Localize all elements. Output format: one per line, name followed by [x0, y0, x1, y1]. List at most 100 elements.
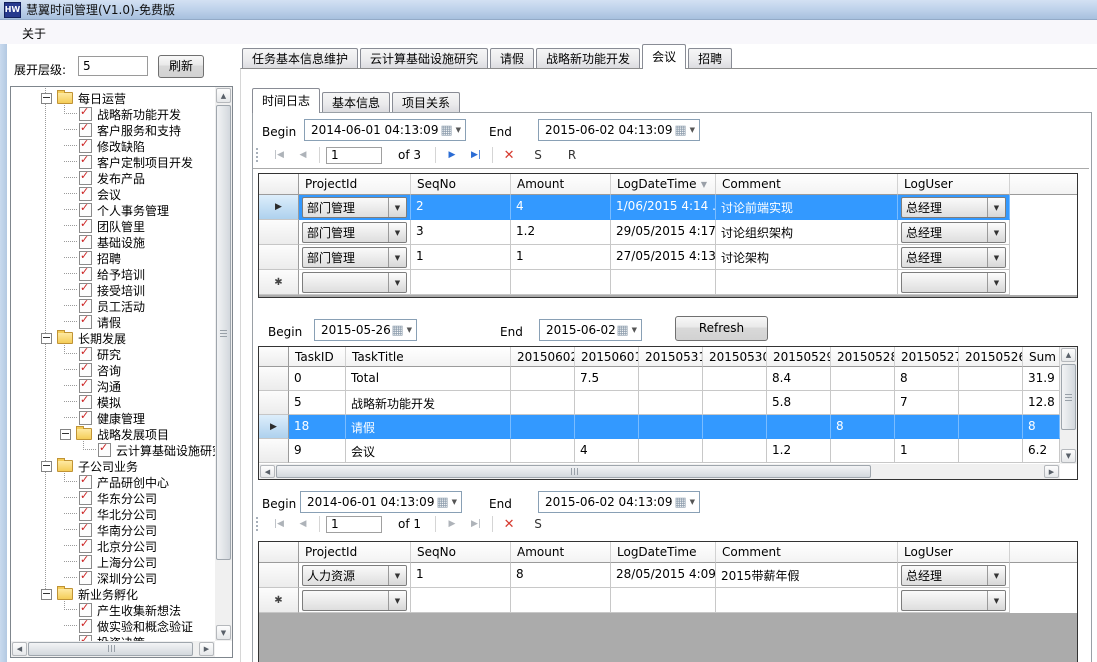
refresh-tree-button[interactable]: 刷新 [158, 55, 204, 78]
grid-cell[interactable]: 请假 [346, 415, 511, 439]
main-tab-4[interactable]: 会议 [642, 44, 686, 69]
tree-item[interactable]: 华南分公司 [11, 522, 215, 538]
grid-cell[interactable]: 2015带薪年假 [716, 563, 898, 588]
grid-cell[interactable]: 7 [895, 391, 959, 415]
chevron-down-icon[interactable]: ▼ [690, 126, 695, 134]
tree-item[interactable]: 战略新功能开发 [11, 106, 215, 122]
tree-item[interactable]: 客户定制项目开发 [11, 154, 215, 170]
move-previous-button[interactable]: ◀ [291, 146, 315, 164]
grid-cell[interactable]: 部门管理▼ [299, 245, 411, 270]
collapse-icon[interactable] [41, 461, 52, 472]
tree-view[interactable]: 每日运营战略新功能开发客户服务和支持修改缺陷客户定制项目开发发布产品会议个人事务… [10, 86, 233, 658]
tree-item[interactable]: 华北分公司 [11, 506, 215, 522]
tree-item[interactable]: 上海分公司 [11, 554, 215, 570]
grid-cell[interactable] [959, 415, 1023, 439]
grid-cell[interactable]: 总经理▼ [898, 563, 1010, 588]
grid-row[interactable]: 0Total7.58.4831.9 [259, 367, 1077, 391]
task-summary-grid[interactable]: TaskIDTaskTitle2015060220150601201505312… [258, 346, 1078, 480]
end-datetime-picker[interactable]: 2015-06-02 04:13:09 ▦ ▼ [538, 491, 700, 513]
column-header-20150531[interactable]: 20150531 [639, 347, 703, 367]
main-tab-0[interactable]: 任务基本信息维护 [242, 48, 358, 68]
tree-item[interactable]: 研究 [11, 346, 215, 362]
time-log-grid-bottom[interactable]: ProjectIdSeqNoAmountLogDateTimeCommentLo… [258, 541, 1078, 662]
column-header-20150601[interactable]: 20150601 [575, 347, 639, 367]
begin-datetime-picker[interactable]: 2014-06-01 04:13:09 ▦ ▼ [300, 491, 462, 513]
grid-cell[interactable]: 18 [289, 415, 346, 439]
end-date-picker[interactable]: 2015-06-02 ▦ ▼ [539, 319, 642, 341]
grid-cell[interactable] [575, 391, 639, 415]
position-input[interactable] [326, 516, 382, 533]
collapse-icon[interactable] [41, 333, 52, 344]
tree-item[interactable]: 会议 [11, 186, 215, 202]
cell-dropdown[interactable]: 总经理▼ [901, 222, 1006, 243]
tree-item[interactable]: 投资决策 [11, 634, 215, 641]
nav-button-s[interactable]: S [521, 515, 555, 533]
grid-cell[interactable] [959, 439, 1023, 463]
scrollbar-thumb[interactable] [276, 465, 871, 478]
grid-cell[interactable]: 5 [289, 391, 346, 415]
dropdown-arrow-icon[interactable]: ▼ [388, 273, 406, 292]
grid-cell[interactable]: 讨论前端实现 [716, 195, 898, 220]
grid-cell[interactable] [511, 588, 611, 613]
end-datetime-picker[interactable]: 2015-06-02 04:13:09 ▦ ▼ [538, 119, 700, 141]
grid-cell[interactable]: 7.5 [575, 367, 639, 391]
grid-cell[interactable]: 1 [511, 245, 611, 270]
scroll-left-icon[interactable]: ◀ [12, 642, 27, 656]
grid-cell[interactable] [831, 367, 895, 391]
chevron-down-icon[interactable]: ▼ [407, 326, 412, 334]
grid-cell[interactable]: 1 [895, 439, 959, 463]
scroll-right-icon[interactable]: ▶ [199, 642, 214, 656]
grid-row[interactable]: ▶部门管理▼241/06/2015 4:14 ...讨论前端实现总经理▼ [259, 195, 1077, 220]
column-header-loguser[interactable]: LogUser [898, 542, 1010, 563]
scroll-down-icon[interactable]: ▼ [1061, 449, 1076, 463]
collapse-icon[interactable] [60, 429, 71, 440]
grid-cell[interactable]: 1.2 [767, 439, 831, 463]
grid-cell[interactable]: 战略新功能开发 [346, 391, 511, 415]
grid-cell[interactable]: ▼ [898, 588, 1010, 613]
begin-datetime-picker[interactable]: 2014-06-01 04:13:09 ▦ ▼ [304, 119, 466, 141]
grid-corner[interactable] [259, 542, 299, 563]
scrollbar-thumb[interactable] [1061, 364, 1076, 430]
cell-dropdown[interactable]: ▼ [302, 272, 407, 293]
tree-item[interactable]: 客户服务和支持 [11, 122, 215, 138]
grid-cell[interactable]: 28/05/2015 4:09... [611, 563, 716, 588]
scroll-left-icon[interactable]: ◀ [260, 465, 275, 478]
chevron-down-icon[interactable]: ▼ [456, 126, 461, 134]
column-header-amount[interactable]: Amount [511, 174, 611, 195]
tree-item[interactable]: 子公司业务 [11, 458, 215, 474]
grid-new-row[interactable]: ✱▼▼ [259, 270, 1077, 295]
grid-corner[interactable] [259, 174, 299, 195]
grid-cell[interactable]: ▼ [299, 270, 411, 295]
grid-cell[interactable] [703, 391, 767, 415]
column-header-20150602[interactable]: 20150602 [511, 347, 575, 367]
title-bar[interactable]: HW 慧翼时间管理(V1.0)-免费版 [0, 0, 1097, 20]
chevron-down-icon[interactable]: ▼ [452, 498, 457, 506]
move-next-button[interactable]: ▶ [440, 515, 464, 533]
scroll-down-icon[interactable]: ▼ [216, 625, 231, 640]
tree-item[interactable]: 基础设施 [11, 234, 215, 250]
tree-item[interactable]: 招聘 [11, 250, 215, 266]
move-previous-button[interactable]: ◀ [291, 515, 315, 533]
dropdown-arrow-icon[interactable]: ▼ [388, 248, 406, 267]
grid-cell[interactable] [959, 367, 1023, 391]
column-header-comment[interactable]: Comment [716, 174, 898, 195]
grid-cell[interactable]: 总经理▼ [898, 245, 1010, 270]
move-last-button[interactable]: ▶| [464, 146, 488, 164]
dropdown-arrow-icon[interactable]: ▼ [388, 223, 406, 242]
column-header-projectid[interactable]: ProjectId [299, 542, 411, 563]
dropdown-arrow-icon[interactable]: ▼ [987, 566, 1005, 585]
grid-cell[interactable]: 8.4 [767, 367, 831, 391]
column-header-20150527[interactable]: 20150527 [895, 347, 959, 367]
tree-item[interactable]: 员工活动 [11, 298, 215, 314]
grid-cell[interactable]: 29/05/2015 4:17... [611, 220, 716, 245]
tree-item[interactable]: 产品研创中心 [11, 474, 215, 490]
grid-row[interactable]: 部门管理▼1127/05/2015 4:13...讨论架构总经理▼ [259, 245, 1077, 270]
tree-item[interactable]: 华东分公司 [11, 490, 215, 506]
collapse-icon[interactable] [41, 589, 52, 600]
chevron-down-icon[interactable]: ▼ [690, 498, 695, 506]
grid-cell[interactable] [511, 367, 575, 391]
grid-cell[interactable]: 8 [895, 367, 959, 391]
column-header-20150528[interactable]: 20150528 [831, 347, 895, 367]
column-header-20150526[interactable]: 20150526 [959, 347, 1023, 367]
grid-new-row[interactable]: ✱▼▼ [259, 588, 1077, 613]
